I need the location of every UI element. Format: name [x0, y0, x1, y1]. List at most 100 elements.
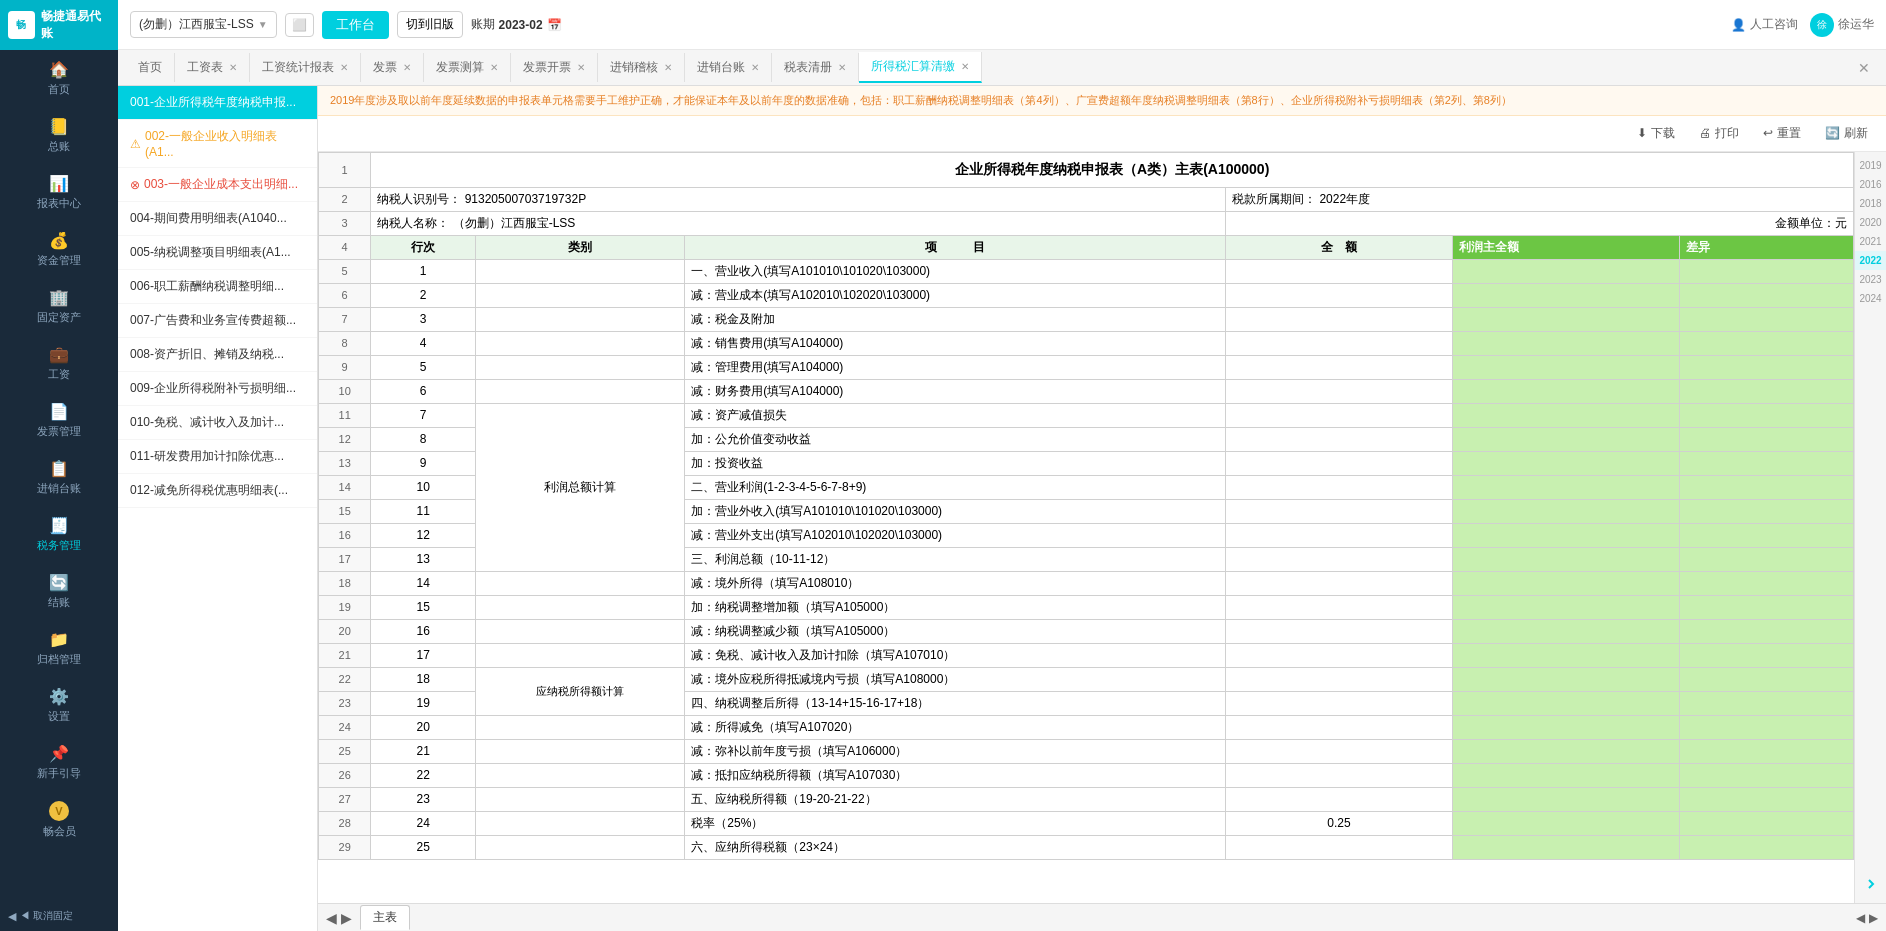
company-selector[interactable]: (勿删）江西服宝-LSS ▼: [130, 11, 277, 38]
sidebar-item-payroll[interactable]: 💼 工资: [0, 335, 118, 392]
tab-tax-clearance[interactable]: 税表清册 ✕: [772, 53, 859, 82]
tab-payroll[interactable]: 工资表 ✕: [175, 53, 250, 82]
tab-invoice-open[interactable]: 发票开票 ✕: [511, 53, 598, 82]
right-sidebar-arrow[interactable]: [1859, 872, 1883, 899]
payroll-icon: 💼: [49, 345, 69, 364]
user-info[interactable]: 徐 徐运华: [1810, 13, 1874, 37]
menu-item-006[interactable]: 006-职工薪酬纳税调整明细...: [118, 270, 317, 304]
tax-icon: 🧾: [49, 516, 69, 535]
menu-item-004[interactable]: 004-期间费用明细表(A1040...: [118, 202, 317, 236]
menu-item-005[interactable]: 005-纳税调整项目明细表(A1...: [118, 236, 317, 270]
error-circle-icon: ⊗: [130, 178, 140, 192]
tab-sales-ledger[interactable]: 进销台账 ✕: [685, 53, 772, 82]
sidebar-item-invoice-management[interactable]: 📄 发票管理: [0, 392, 118, 449]
sidebar-item-fund-management[interactable]: 💰 资金管理: [0, 221, 118, 278]
sheet-tab-bar: ◀ ▶ 主表 ◀ ▶: [318, 903, 1886, 931]
tab-invoice-calc[interactable]: 发票测算 ✕: [424, 53, 511, 82]
menu-label-011: 011-研发费用加计扣除优惠...: [130, 449, 284, 463]
tab-invoice[interactable]: 发票 ✕: [361, 53, 424, 82]
sidebar-label-guide: 新手引导: [37, 766, 81, 781]
year-2024[interactable]: 2024: [1859, 289, 1881, 308]
tab-close-invoice[interactable]: ✕: [403, 62, 411, 73]
tab-sales-check[interactable]: 进销稽核 ✕: [598, 53, 685, 82]
tab-close-sales-check[interactable]: ✕: [664, 62, 672, 73]
tab-close-invoice-open[interactable]: ✕: [577, 62, 585, 73]
tab-payroll-stats[interactable]: 工资统计报表 ✕: [250, 53, 361, 82]
close-all-tabs[interactable]: ✕: [1850, 60, 1878, 76]
menu-item-002[interactable]: ⚠ 002-一般企业收入明细表(A1...: [118, 120, 317, 168]
sheet-tab-main[interactable]: 主表: [360, 905, 410, 930]
spreadsheet-area: 1 企业所得税年度纳税申报表（A类）主表(A100000) 2 纳税人识别号： …: [318, 152, 1886, 904]
sheet-nav-right[interactable]: ▶: [341, 910, 352, 926]
tab-home[interactable]: 首页: [126, 53, 175, 82]
switch-version-button[interactable]: 切到旧版: [397, 11, 463, 38]
year-2016[interactable]: 2016: [1859, 175, 1881, 194]
table-row: 8 4 减：销售费用(填写A104000): [319, 331, 1854, 355]
sidebar-item-tax-management[interactable]: 🧾 税务管理: [0, 506, 118, 563]
sidebar-label-invoice: 发票管理: [37, 424, 81, 439]
sheet-nav-arrows[interactable]: ◀ ▶: [326, 910, 352, 926]
sidebar-item-sales-ledger[interactable]: 📋 进销台账: [0, 449, 118, 506]
year-2022[interactable]: 2022: [1855, 251, 1886, 270]
top-header: (勿删）江西服宝-LSS ▼ ⬜ 工作台 切到旧版 账期 2023-02 📅 👤…: [118, 0, 1886, 50]
tab-close-tax-clearance[interactable]: ✕: [838, 62, 846, 73]
menu-item-009[interactable]: 009-企业所得税附补亏损明细...: [118, 372, 317, 406]
spreadsheet-container[interactable]: 1 企业所得税年度纳税申报表（A类）主表(A100000) 2 纳税人识别号： …: [318, 152, 1854, 904]
sidebar-item-general-ledger[interactable]: 📒 总账: [0, 107, 118, 164]
tab-close-payroll-stats[interactable]: ✕: [340, 62, 348, 73]
menu-item-010[interactable]: 010-免税、减计收入及加计...: [118, 406, 317, 440]
year-2021[interactable]: 2021: [1859, 232, 1881, 251]
sidebar-item-settings[interactable]: ⚙️ 设置: [0, 677, 118, 734]
sidebar-item-archive[interactable]: 📁 归档管理: [0, 620, 118, 677]
menu-item-011[interactable]: 011-研发费用加计扣除优惠...: [118, 440, 317, 474]
tab-label-sales-check: 进销稽核: [610, 59, 658, 76]
table-row: 27 23 五、应纳税所得额（19-20-21-22）: [319, 787, 1854, 811]
reset-button[interactable]: ↩ 重置: [1757, 122, 1807, 145]
sidebar: 畅 畅捷通易代账 🏠 首页 📒 总账 📊 报表中心 💰 资金管理 🏢 固定资产 …: [0, 0, 118, 931]
sheet-nav-left[interactable]: ◀: [326, 910, 337, 926]
tab-close-income-tax[interactable]: ✕: [961, 61, 969, 72]
refresh-button[interactable]: 🔄 刷新: [1819, 122, 1874, 145]
tab-close-payroll[interactable]: ✕: [229, 62, 237, 73]
sidebar-label-report: 报表中心: [37, 196, 81, 211]
table-row: 1 企业所得税年度纳税申报表（A类）主表(A100000): [319, 152, 1854, 187]
table-row: 11 7 利润总额计算 减：资产减值损失: [319, 403, 1854, 427]
year-2020[interactable]: 2020: [1859, 213, 1881, 232]
account-period-label: 账期: [471, 16, 495, 33]
menu-item-003[interactable]: ⊗ 003-一般企业成本支出明细...: [118, 168, 317, 202]
menu-item-008[interactable]: 008-资产折旧、摊销及纳税...: [118, 338, 317, 372]
company-dropdown-arrow: ▼: [258, 19, 268, 30]
sidebar-item-guide[interactable]: 📌 新手引导: [0, 734, 118, 791]
sidebar-item-fixed-assets[interactable]: 🏢 固定资产: [0, 278, 118, 335]
table-title: 企业所得税年度纳税申报表（A类）主表(A100000): [955, 161, 1269, 177]
sidebar-item-member[interactable]: V 畅会员: [0, 791, 118, 849]
assets-icon: 🏢: [49, 288, 69, 307]
user-name: 徐运华: [1838, 16, 1874, 33]
taxpayer-name-label: 纳税人名称：: [377, 216, 449, 230]
table-row: 2 纳税人识别号： 91320500703719732P 税款所属期间： 202…: [319, 187, 1854, 211]
menu-item-007[interactable]: 007-广告费和业务宣传费超额...: [118, 304, 317, 338]
download-button[interactable]: ⬇ 下载: [1631, 122, 1681, 145]
sidebar-item-report-center[interactable]: 📊 报表中心: [0, 164, 118, 221]
tab-close-sales-ledger[interactable]: ✕: [751, 62, 759, 73]
table-row: 28 24 税率（25%） 0.25: [319, 811, 1854, 835]
scroll-right-icon[interactable]: ▶: [1869, 911, 1878, 925]
menu-label-006: 006-职工薪酬纳税调整明细...: [130, 279, 284, 293]
warning-circle-icon: ⚠: [130, 137, 141, 151]
year-2023[interactable]: 2023: [1859, 270, 1881, 289]
year-2019[interactable]: 2019: [1859, 156, 1881, 175]
menu-item-012[interactable]: 012-减免所得税优惠明细表(...: [118, 474, 317, 508]
service-btn[interactable]: 👤 人工咨询: [1731, 16, 1798, 33]
table-row: 6 2 减：营业成本(填写A102010\102020\103000): [319, 283, 1854, 307]
menu-item-001[interactable]: 001-企业所得税年度纳税申报...: [118, 86, 317, 120]
sidebar-collapse-btn[interactable]: ◀ ◀ 取消固定: [0, 901, 118, 931]
scroll-left-icon[interactable]: ◀: [1856, 911, 1865, 925]
print-button[interactable]: 🖨 打印: [1693, 122, 1745, 145]
copy-button[interactable]: ⬜: [285, 13, 314, 37]
work-station-button[interactable]: 工作台: [322, 11, 389, 39]
sidebar-item-settlement[interactable]: 🔄 结账: [0, 563, 118, 620]
tab-close-invoice-calc[interactable]: ✕: [490, 62, 498, 73]
sidebar-item-home[interactable]: 🏠 首页: [0, 50, 118, 107]
tab-income-tax[interactable]: 所得税汇算清缴 ✕: [859, 52, 982, 83]
year-2018[interactable]: 2018: [1859, 194, 1881, 213]
